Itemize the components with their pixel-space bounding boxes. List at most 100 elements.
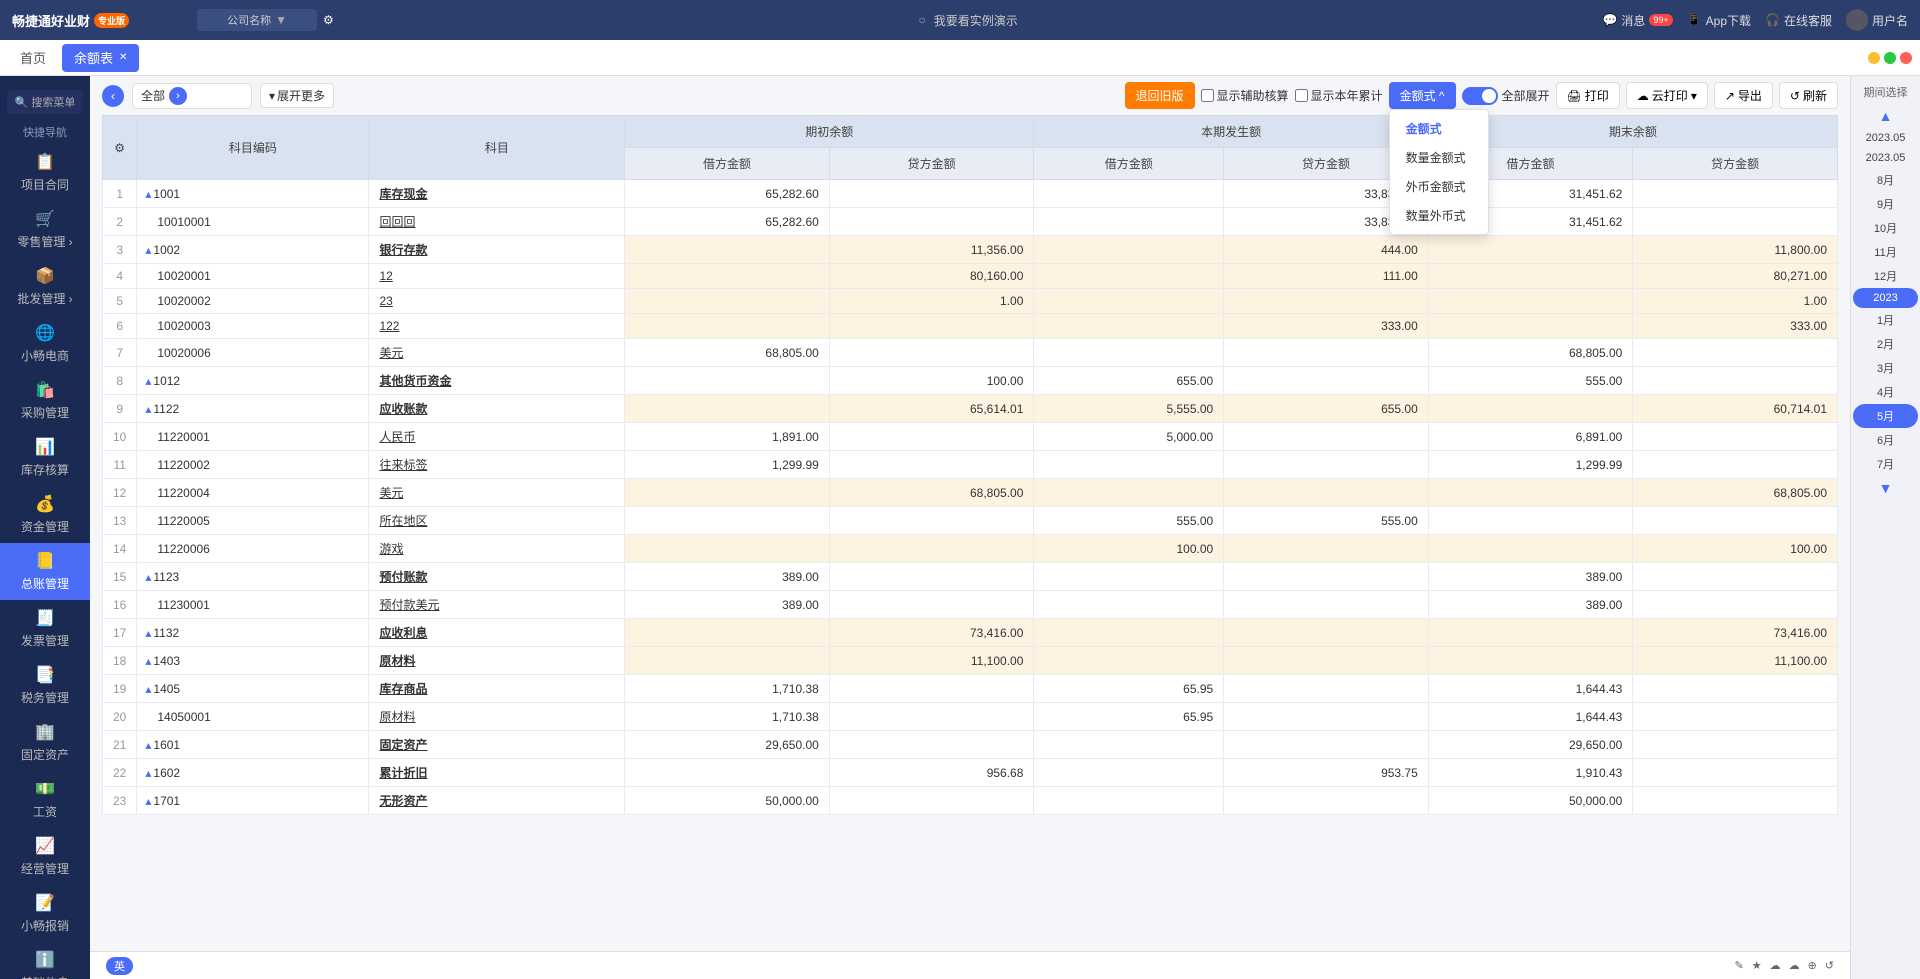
row-account[interactable]: 无形资产: [369, 787, 625, 815]
app-download-btn[interactable]: 📱 App下载: [1687, 12, 1751, 29]
settings-icon[interactable]: ⚙: [323, 13, 334, 27]
sidebar-item-ledger[interactable]: 📒 总账管理: [0, 543, 90, 600]
month-1[interactable]: 1月: [1853, 308, 1918, 332]
row-account[interactable]: 122: [369, 314, 625, 339]
row-account[interactable]: 银行存款: [369, 236, 625, 264]
row-account[interactable]: 预付账款: [369, 563, 625, 591]
menu-amount[interactable]: 金额式: [1390, 114, 1488, 143]
cloud-print-btn[interactable]: ☁ 云打印 ▾: [1626, 82, 1708, 109]
edit-icon[interactable]: ✎: [1734, 959, 1743, 972]
month-12[interactable]: 12月: [1853, 264, 1918, 288]
row-op-credit: [829, 591, 1034, 619]
window-close-btn[interactable]: [1900, 52, 1912, 64]
demo-banner[interactable]: ○ 我要看实例演示: [918, 12, 1017, 29]
sidebar-item-capital[interactable]: 💰 资金管理: [0, 486, 90, 543]
sidebar-item-inventory[interactable]: 📊 库存核算: [0, 429, 90, 486]
right-panel-year-2023-1[interactable]: 2023.05: [1853, 128, 1918, 148]
nav-left-btn[interactable]: ‹: [102, 85, 124, 107]
menu-qty-foreign[interactable]: 数量外币式: [1390, 201, 1488, 230]
company-selector[interactable]: 公司名称 ▼: [197, 9, 317, 31]
sidebar-item-ecommerce[interactable]: 🌐 小畅电商: [0, 315, 90, 372]
month-2[interactable]: 2月: [1853, 332, 1918, 356]
row-account[interactable]: 人民币: [369, 423, 625, 451]
sidebar-item-retail[interactable]: 🛒 零售管理 ›: [0, 201, 90, 258]
row-account[interactable]: 固定资产: [369, 731, 625, 759]
filter-search-box[interactable]: 全部 ›: [132, 83, 252, 109]
row-account[interactable]: 回回回: [369, 208, 625, 236]
sidebar-item-basic[interactable]: ℹ️ 基础信息: [0, 942, 90, 979]
auxiliary-checkbox-input[interactable]: [1201, 89, 1214, 102]
row-account[interactable]: 预付款美元: [369, 591, 625, 619]
return-old-btn[interactable]: 退回旧版: [1125, 82, 1195, 109]
messages-btn[interactable]: 💬 消息 99+: [1602, 12, 1672, 29]
month-9[interactable]: 9月: [1853, 192, 1918, 216]
star-icon[interactable]: ★: [1752, 959, 1762, 972]
sidebar-item-salary[interactable]: 💵 工资: [0, 771, 90, 828]
search-menu[interactable]: 🔍 搜索菜单: [7, 90, 83, 114]
row-account[interactable]: 库存商品: [369, 675, 625, 703]
sidebar-item-assets[interactable]: 🏢 固定资产: [0, 714, 90, 771]
cloud-sync-icon[interactable]: ☁: [1770, 959, 1781, 972]
row-account[interactable]: 游戏: [369, 535, 625, 563]
online-service-btn[interactable]: 🎧 在线客服: [1765, 12, 1832, 29]
row-account[interactable]: 往来标签: [369, 451, 625, 479]
menu-qty-amount[interactable]: 数量金额式: [1390, 143, 1488, 172]
expand-all-toggle[interactable]: 全部展开: [1462, 87, 1550, 105]
tab-balance[interactable]: 余额表 ✕: [62, 44, 139, 72]
month-11[interactable]: 11月: [1853, 240, 1918, 264]
row-account[interactable]: 其他货币资金: [369, 367, 625, 395]
month-6[interactable]: 6月: [1853, 428, 1918, 452]
filter-nav-arrow[interactable]: ›: [169, 87, 187, 105]
month-7[interactable]: 7月: [1853, 452, 1918, 476]
sidebar-item-wholesale[interactable]: 📦 批发管理 ›: [0, 258, 90, 315]
lang-switch-btn[interactable]: 英: [106, 957, 133, 975]
tab-home[interactable]: 首页: [8, 44, 58, 72]
print-btn[interactable]: 🖨 打印: [1556, 82, 1620, 109]
user-avatar[interactable]: 用户名: [1846, 9, 1908, 31]
refresh-icon2[interactable]: ↺: [1825, 959, 1834, 972]
add-icon[interactable]: ⊕: [1808, 959, 1817, 972]
row-account[interactable]: 美元: [369, 479, 625, 507]
amount-style-dropdown[interactable]: 金额式 ^ 金额式 数量金额式 外币金额式 数量外币式: [1389, 82, 1456, 109]
sidebar-item-purchase[interactable]: 🛍️ 采购管理: [0, 372, 90, 429]
row-account[interactable]: 累计折旧: [369, 759, 625, 787]
row-account[interactable]: 应收利息: [369, 619, 625, 647]
month-5[interactable]: 5月: [1853, 404, 1918, 428]
row-account[interactable]: 应收账款: [369, 395, 625, 423]
sidebar-item-operations[interactable]: 📈 经营管理: [0, 828, 90, 885]
month-8[interactable]: 8月: [1853, 168, 1918, 192]
export-btn[interactable]: ↗ 导出: [1714, 82, 1773, 109]
expand-more-btn[interactable]: ▾ 展开更多: [260, 83, 334, 108]
window-max-btn[interactable]: [1884, 52, 1896, 64]
row-account[interactable]: 所在地区: [369, 507, 625, 535]
sidebar-item-project[interactable]: 📋 项目合同: [0, 144, 90, 201]
amount-style-btn[interactable]: 金额式 ^: [1389, 82, 1456, 109]
month-4[interactable]: 4月: [1853, 380, 1918, 404]
row-account[interactable]: 美元: [369, 339, 625, 367]
show-ytd-checkbox[interactable]: 显示本年累计: [1295, 87, 1383, 104]
row-account[interactable]: 原材料: [369, 647, 625, 675]
month-3[interactable]: 3月: [1853, 356, 1918, 380]
quick-nav[interactable]: 快捷导航: [0, 120, 90, 144]
row-account[interactable]: 12: [369, 264, 625, 289]
cloud-icon2[interactable]: ☁: [1789, 959, 1800, 972]
right-panel-up-arrow[interactable]: ▲: [1853, 104, 1918, 128]
month-10[interactable]: 10月: [1853, 216, 1918, 240]
ytd-checkbox-input[interactable]: [1295, 89, 1308, 102]
menu-foreign-amount[interactable]: 外币金额式: [1390, 172, 1488, 201]
refresh-btn[interactable]: ↺ 刷新: [1779, 82, 1838, 109]
tab-close-icon[interactable]: ✕: [119, 52, 127, 63]
year-2023-label[interactable]: 2023: [1853, 288, 1918, 308]
right-panel-down-arrow[interactable]: ▼: [1853, 476, 1918, 500]
row-account[interactable]: 库存现金: [369, 180, 625, 208]
window-min-btn[interactable]: [1868, 52, 1880, 64]
row-account[interactable]: 23: [369, 289, 625, 314]
settings-col-header[interactable]: ⚙: [103, 116, 137, 180]
sidebar-item-tax[interactable]: 📑 税务管理: [0, 657, 90, 714]
show-auxiliary-checkbox[interactable]: 显示辅助核算: [1201, 87, 1289, 104]
sidebar-item-report[interactable]: 📝 小畅报销: [0, 885, 90, 942]
right-panel-year-2023-2[interactable]: 2023.05: [1853, 148, 1918, 168]
sidebar-item-invoice[interactable]: 🧾 发票管理: [0, 600, 90, 657]
row-account[interactable]: 原材料: [369, 703, 625, 731]
toggle-btn[interactable]: [1462, 87, 1498, 105]
